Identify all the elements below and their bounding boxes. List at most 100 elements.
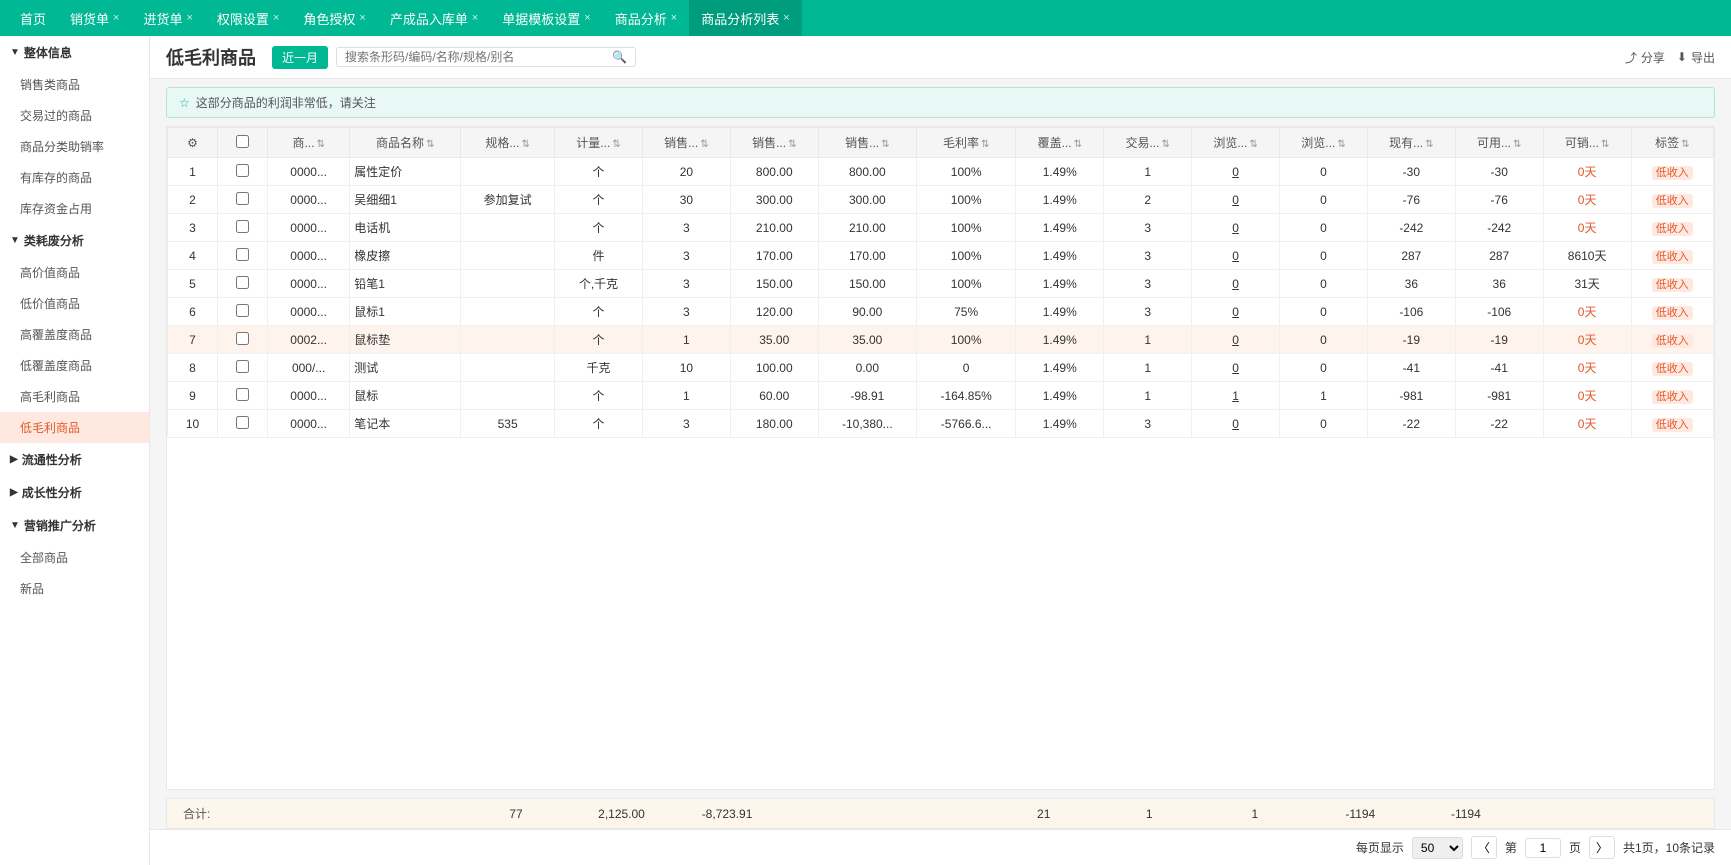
- nav-product-inbound-close[interactable]: ×: [472, 12, 478, 24]
- col-current-stock[interactable]: 现有...⇅: [1367, 128, 1455, 158]
- row-checkbox[interactable]: [218, 270, 268, 298]
- export-button[interactable]: ⬇ 导出: [1677, 49, 1715, 66]
- row-view1[interactable]: 0: [1192, 158, 1280, 186]
- sidebar-group-abc[interactable]: ▼ 类耗废分析: [0, 224, 149, 257]
- nav-sales[interactable]: 销货单 ×: [58, 0, 131, 36]
- sidebar-item-high-margin[interactable]: 高毛利商品: [0, 381, 149, 412]
- row-checkbox[interactable]: [218, 410, 268, 438]
- col-unit[interactable]: 计量...⇅: [555, 128, 643, 158]
- row-view1[interactable]: 0: [1192, 214, 1280, 242]
- sidebar-item-stocked-goods[interactable]: 有库存的商品: [0, 162, 149, 193]
- nav-permission[interactable]: 权限设置 ×: [205, 0, 291, 36]
- col-view1[interactable]: 浏览...⇅: [1192, 128, 1280, 158]
- col-spec[interactable]: 规格...⇅: [461, 128, 555, 158]
- row-select-checkbox[interactable]: [236, 220, 249, 233]
- nav-template-close[interactable]: ×: [584, 12, 590, 24]
- row-select-checkbox[interactable]: [236, 304, 249, 317]
- row-checkbox[interactable]: [218, 158, 268, 186]
- data-table-container[interactable]: ⚙ 商...⇅ 商品名称⇅ 规格...⇅ 计量...⇅ 销售...⇅ 销售...…: [166, 126, 1715, 790]
- row-view2: 0: [1280, 214, 1368, 242]
- nav-template[interactable]: 单据模板设置 ×: [490, 0, 602, 36]
- col-settings[interactable]: ⚙: [168, 128, 218, 158]
- sidebar-item-low-value[interactable]: 低价值商品: [0, 288, 149, 319]
- row-code: 0000...: [268, 214, 350, 242]
- nav-product-analysis-list-close[interactable]: ×: [783, 12, 789, 24]
- sidebar-item-sales-goods[interactable]: 销售类商品: [0, 69, 149, 100]
- row-view1[interactable]: 1: [1192, 382, 1280, 410]
- row-select-checkbox[interactable]: [236, 248, 249, 261]
- nav-product-analysis-list[interactable]: 商品分析列表 ×: [689, 0, 801, 36]
- row-view1[interactable]: 0: [1192, 298, 1280, 326]
- row-select-checkbox[interactable]: [236, 276, 249, 289]
- filter-button[interactable]: 近一月: [272, 46, 328, 69]
- row-select-checkbox[interactable]: [236, 332, 249, 345]
- nav-home[interactable]: 首页: [8, 0, 58, 36]
- col-tag[interactable]: 标签⇅: [1631, 128, 1713, 158]
- col-sellable[interactable]: 可销...⇅: [1543, 128, 1631, 158]
- sidebar-group-marketing[interactable]: ▼ 营销推广分析: [0, 509, 149, 542]
- nav-role[interactable]: 角色授权 ×: [291, 0, 377, 36]
- page-input[interactable]: [1525, 838, 1561, 858]
- row-view1[interactable]: 0: [1192, 242, 1280, 270]
- nav-product-analysis-close[interactable]: ×: [671, 12, 677, 24]
- col-coverage[interactable]: 覆盖...⇅: [1016, 128, 1104, 158]
- col-checkbox[interactable]: [218, 128, 268, 158]
- col-sales-qty[interactable]: 销售...⇅: [642, 128, 730, 158]
- row-checkbox[interactable]: [218, 186, 268, 214]
- col-sales-profit[interactable]: 销售...⇅: [818, 128, 916, 158]
- nav-product-analysis[interactable]: 商品分析 ×: [603, 0, 689, 36]
- per-page-select[interactable]: 50 100 200: [1412, 837, 1463, 859]
- share-button[interactable]: ⤴ 分享: [1625, 49, 1665, 66]
- col-sales-amount[interactable]: 销售...⇅: [730, 128, 818, 158]
- sidebar-group-growth[interactable]: ▶ 成长性分析: [0, 476, 149, 509]
- next-page-button[interactable]: 〉: [1589, 836, 1615, 859]
- nav-product-inbound[interactable]: 产成品入库单 ×: [378, 0, 490, 36]
- sidebar-item-high-value[interactable]: 高价值商品: [0, 257, 149, 288]
- row-select-checkbox[interactable]: [236, 388, 249, 401]
- nav-purchase[interactable]: 进货单 ×: [131, 0, 204, 36]
- col-gross-margin[interactable]: 毛利率⇅: [916, 128, 1015, 158]
- select-all-checkbox[interactable]: [236, 135, 249, 148]
- row-view1[interactable]: 0: [1192, 354, 1280, 382]
- row-checkbox[interactable]: [218, 382, 268, 410]
- col-name[interactable]: 商品名称⇅: [350, 128, 461, 158]
- nav-permission-close[interactable]: ×: [273, 12, 279, 24]
- sidebar-item-all-goods[interactable]: 全部商品: [0, 542, 149, 573]
- row-view1[interactable]: 0: [1192, 410, 1280, 438]
- row-gross-margin: 100%: [916, 186, 1015, 214]
- row-select-checkbox[interactable]: [236, 192, 249, 205]
- total-label: 合计:: [183, 805, 223, 822]
- col-transaction[interactable]: 交易...⇅: [1104, 128, 1192, 158]
- row-sales-profit: -98.91: [818, 382, 916, 410]
- row-checkbox[interactable]: [218, 354, 268, 382]
- sidebar-item-stock-capital[interactable]: 库存资金占用: [0, 193, 149, 224]
- sidebar-item-high-coverage[interactable]: 高覆盖度商品: [0, 319, 149, 350]
- row-checkbox[interactable]: [218, 242, 268, 270]
- row-select-checkbox[interactable]: [236, 360, 249, 373]
- row-view1[interactable]: 0: [1192, 270, 1280, 298]
- sidebar-item-category-rate[interactable]: 商品分类助销率: [0, 131, 149, 162]
- sidebar-group-flow[interactable]: ▶ 流通性分析: [0, 443, 149, 476]
- nav-purchase-close[interactable]: ×: [186, 12, 192, 24]
- sidebar-item-new-goods[interactable]: 新品: [0, 573, 149, 604]
- col-available[interactable]: 可用...⇅: [1455, 128, 1543, 158]
- row-checkbox[interactable]: [218, 214, 268, 242]
- sidebar-group-overview[interactable]: ▼ 整体信息: [0, 36, 149, 69]
- search-icon[interactable]: 🔍: [612, 50, 627, 64]
- row-current-stock: -22: [1367, 410, 1455, 438]
- sidebar-item-low-coverage[interactable]: 低覆盖度商品: [0, 350, 149, 381]
- prev-page-button[interactable]: 〈: [1471, 836, 1497, 859]
- sidebar-item-traded-goods[interactable]: 交易过的商品: [0, 100, 149, 131]
- nav-sales-close[interactable]: ×: [113, 12, 119, 24]
- sidebar-item-low-margin[interactable]: 低毛利商品: [0, 412, 149, 443]
- nav-role-close[interactable]: ×: [359, 12, 365, 24]
- row-select-checkbox[interactable]: [236, 164, 249, 177]
- row-select-checkbox[interactable]: [236, 416, 249, 429]
- search-input[interactable]: [345, 50, 612, 64]
- row-view1[interactable]: 0: [1192, 326, 1280, 354]
- col-code[interactable]: 商...⇅: [268, 128, 350, 158]
- row-checkbox[interactable]: [218, 298, 268, 326]
- col-view2[interactable]: 浏览...⇅: [1280, 128, 1368, 158]
- row-view1[interactable]: 0: [1192, 186, 1280, 214]
- row-checkbox[interactable]: [218, 326, 268, 354]
